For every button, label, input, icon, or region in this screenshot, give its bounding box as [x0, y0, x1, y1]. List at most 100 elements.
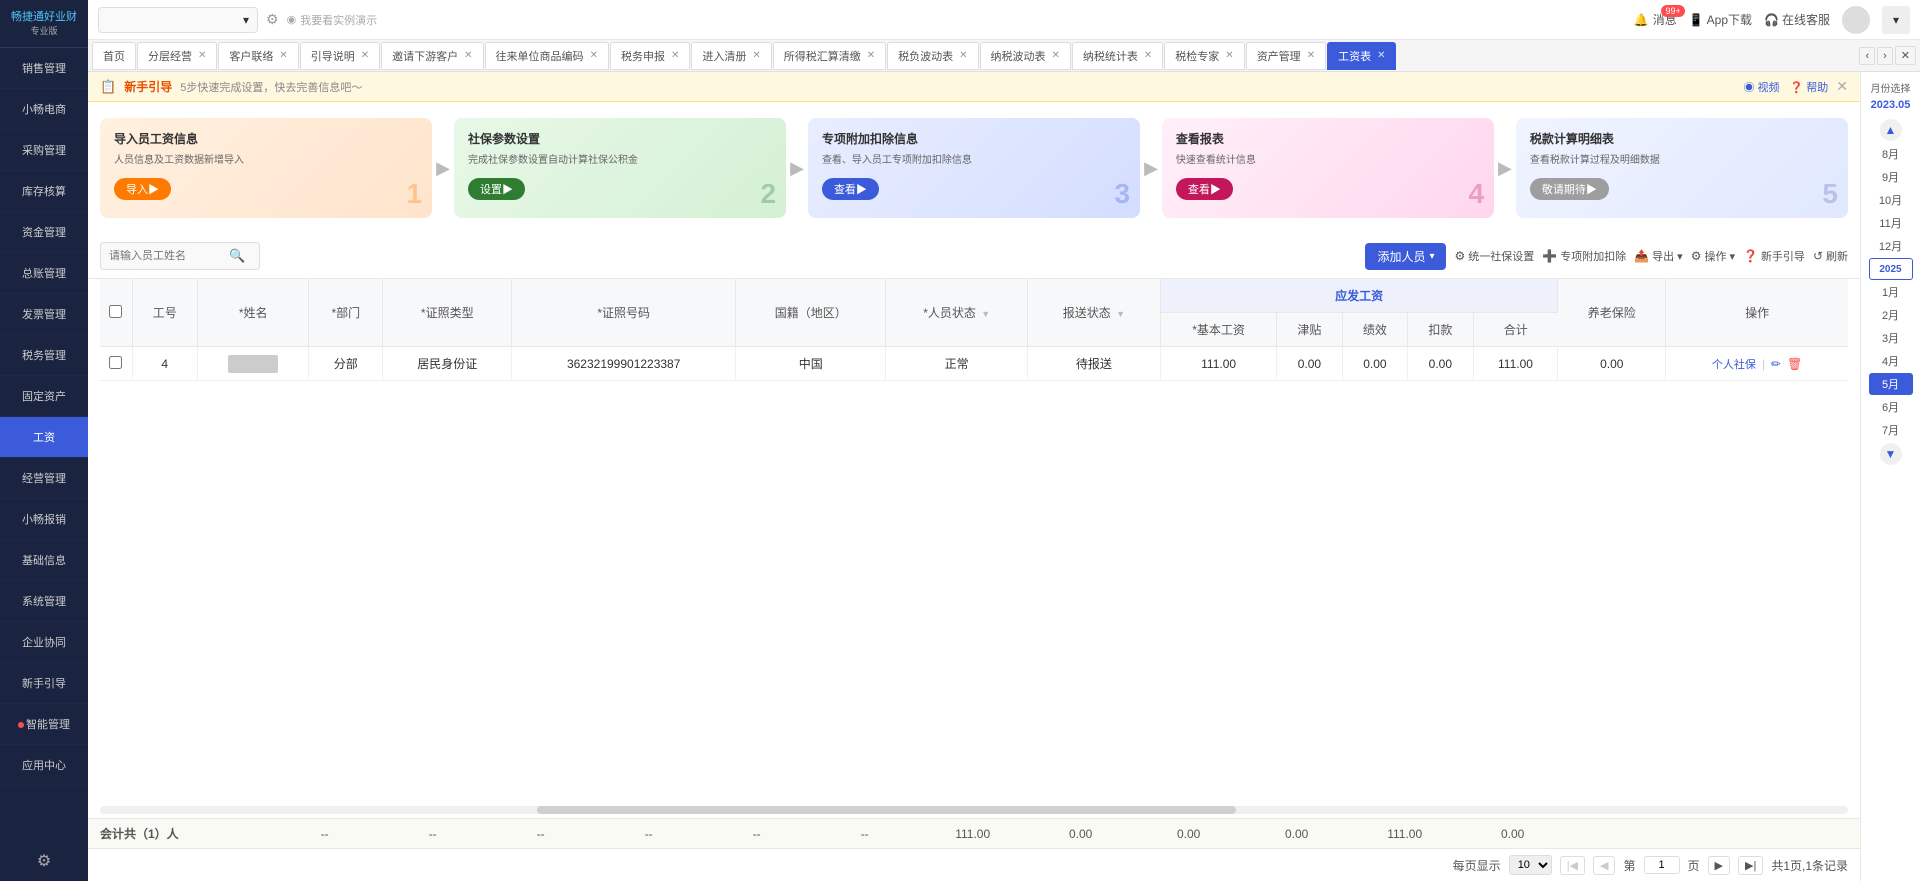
sidebar-item-inventory[interactable]: 库存核算 — [0, 171, 88, 212]
month-item-6[interactable]: 6月 — [1869, 396, 1913, 418]
add-employee-button[interactable]: 添加人员 ▾ — [1365, 243, 1446, 270]
tab-close-icon[interactable]: ✕ — [1144, 50, 1152, 61]
row-checkbox[interactable] — [109, 356, 122, 369]
month-item-1[interactable]: 1月 — [1869, 281, 1913, 303]
step-1-button[interactable]: 导入▶ — [114, 178, 171, 200]
filter-icon[interactable]: ▼ — [1116, 309, 1125, 319]
month-item-8[interactable]: 8月 — [1869, 143, 1913, 165]
special-deduction-button[interactable]: ➕ 专项附加扣除 — [1542, 248, 1626, 264]
export-button[interactable]: 📤 导出 ▾ — [1634, 248, 1682, 264]
help-link[interactable]: ❓ 帮助 — [1790, 79, 1829, 95]
next-page-button[interactable]: ▶ — [1708, 856, 1730, 875]
video-link[interactable]: ◉ 视频 — [1743, 79, 1779, 95]
tab-salary[interactable]: 工资表✕ — [1327, 42, 1396, 70]
dropdown-icon[interactable]: ▾ — [243, 13, 249, 27]
tab-close-icon[interactable]: ✕ — [590, 50, 598, 61]
month-item-4[interactable]: 4月 — [1869, 350, 1913, 372]
month-item-7[interactable]: 7月 — [1869, 419, 1913, 441]
select-all-checkbox[interactable] — [109, 305, 122, 318]
sidebar-item-ledger[interactable]: 总账管理 — [0, 253, 88, 294]
tab-close-icon[interactable]: ✕ — [1225, 50, 1233, 61]
tab-close-icon[interactable]: ✕ — [464, 50, 472, 61]
month-scroll-down[interactable]: ▼ — [1880, 443, 1902, 465]
sidebar-item-system[interactable]: 系统管理 — [0, 581, 88, 622]
social-insurance-settings-button[interactable]: ⚙ 统一社保设置 — [1454, 248, 1534, 264]
tab-assets[interactable]: 资产管理✕ — [1246, 42, 1326, 70]
tab-home[interactable]: 首页 — [92, 42, 136, 70]
operations-button[interactable]: ⚙ 操作 ▾ — [1691, 248, 1735, 264]
tab-clear[interactable]: 进入清册✕ — [691, 42, 771, 70]
tab-taxreport[interactable]: 税务申报✕ — [610, 42, 690, 70]
sidebar-item-ai[interactable]: 智能管理 — [0, 704, 88, 745]
step-5-button[interactable]: 敬请期待▶ — [1530, 178, 1609, 200]
sidebar-item-tax[interactable]: 税务管理 — [0, 335, 88, 376]
step-3-button[interactable]: 查看▶ — [822, 178, 879, 200]
month-item-12[interactable]: 12月 — [1869, 235, 1913, 257]
sidebar-item-assets[interactable]: 固定资产 — [0, 376, 88, 417]
tab-taxwave[interactable]: 税负波动表✕ — [887, 42, 978, 70]
step-2-button[interactable]: 设置▶ — [468, 178, 525, 200]
filter-icon[interactable]: ▼ — [981, 309, 990, 319]
horizontal-scrollbar[interactable] — [88, 802, 1860, 818]
messages-button[interactable]: 🔔 消息 99+ — [1634, 11, 1677, 28]
app-download-button[interactable]: 📱 App下载 — [1689, 11, 1752, 28]
tab-close-icon[interactable]: ✕ — [752, 50, 760, 61]
tab-incometax[interactable]: 所得税汇算清缴✕ — [773, 42, 886, 70]
topbar-search-input[interactable] — [107, 14, 243, 26]
tab-tiered[interactable]: 分层经营✕ — [137, 42, 217, 70]
search-icon[interactable]: 🔍 — [229, 248, 245, 264]
page-number-input[interactable] — [1644, 856, 1680, 874]
month-item-5[interactable]: 5月 — [1869, 373, 1913, 395]
edit-icon[interactable]: ✏ — [1771, 357, 1781, 371]
sidebar-item-invoice[interactable]: 发票管理 — [0, 294, 88, 335]
tab-paywave[interactable]: 纳税波动表✕ — [980, 42, 1071, 70]
guide-close-button[interactable]: ✕ — [1836, 78, 1848, 95]
tab-close-icon[interactable]: ✕ — [1307, 50, 1315, 61]
month-item-10[interactable]: 10月 — [1869, 189, 1913, 211]
month-scroll-up[interactable]: ▲ — [1880, 119, 1902, 141]
sidebar-item-sales[interactable]: 销售管理 — [0, 48, 88, 89]
month-item-11[interactable]: 11月 — [1869, 212, 1913, 234]
sidebar-item-guide[interactable]: 新手引导 — [0, 663, 88, 704]
tab-prev-button[interactable]: ‹ — [1859, 47, 1875, 65]
tab-guide[interactable]: 引导说明✕ — [300, 42, 380, 70]
sidebar-item-apps[interactable]: 应用中心 — [0, 745, 88, 786]
tab-close-all-button[interactable]: ✕ — [1895, 46, 1916, 65]
topbar-search-box[interactable]: ▾ — [98, 7, 258, 33]
personal-social-insurance-link[interactable]: 个人社保 — [1712, 356, 1756, 372]
tab-close-icon[interactable]: ✕ — [279, 50, 287, 61]
tab-codes[interactable]: 往来单位商品编码✕ — [485, 42, 609, 70]
sidebar-item-finance[interactable]: 资金管理 — [0, 212, 88, 253]
tab-close-icon[interactable]: ✕ — [959, 50, 967, 61]
user-menu-button[interactable]: ▾ — [1882, 6, 1910, 34]
employee-search-input[interactable] — [109, 250, 229, 262]
tab-close-icon[interactable]: ✕ — [867, 50, 875, 61]
first-page-button[interactable]: |◀ — [1560, 856, 1585, 875]
sidebar-item-ecommerce[interactable]: 小畅电商 — [0, 89, 88, 130]
sidebar-item-purchase[interactable]: 采购管理 — [0, 130, 88, 171]
month-item-2[interactable]: 2月 — [1869, 304, 1913, 326]
sidebar-item-expense[interactable]: 小畅报销 — [0, 499, 88, 540]
tab-taxexpert[interactable]: 税检专家✕ — [1164, 42, 1244, 70]
step-4-button[interactable]: 查看▶ — [1176, 178, 1233, 200]
scrollbar-thumb[interactable] — [537, 806, 1236, 814]
last-page-button[interactable]: ▶| — [1738, 856, 1763, 875]
sidebar-item-collab[interactable]: 企业协同 — [0, 622, 88, 663]
onboarding-button[interactable]: ❓ 新手引导 — [1743, 248, 1805, 264]
page-size-select[interactable]: 10 20 50 — [1509, 855, 1552, 875]
tab-close-icon[interactable]: ✕ — [361, 50, 369, 61]
sidebar-item-salary[interactable]: 工资 — [0, 417, 88, 458]
online-service-button[interactable]: 🎧 在线客服 — [1764, 11, 1830, 28]
tab-contact[interactable]: 客户联络✕ — [218, 42, 298, 70]
user-avatar[interactable] — [1842, 6, 1870, 34]
tab-invite[interactable]: 邀请下游客户✕ — [381, 42, 483, 70]
delete-icon[interactable]: 🗑 — [1787, 357, 1802, 371]
sidebar-settings[interactable]: ⚙ — [0, 841, 88, 881]
month-item-9[interactable]: 9月 — [1869, 166, 1913, 188]
refresh-button[interactable]: ↺ 刷新 — [1813, 248, 1848, 264]
demo-link[interactable]: ◉ 我要看实例演示 — [287, 12, 378, 28]
sidebar-item-mgmt[interactable]: 经营管理 — [0, 458, 88, 499]
month-item-3[interactable]: 3月 — [1869, 327, 1913, 349]
tab-close-icon[interactable]: ✕ — [1052, 50, 1060, 61]
tab-close-icon[interactable]: ✕ — [1377, 50, 1385, 61]
